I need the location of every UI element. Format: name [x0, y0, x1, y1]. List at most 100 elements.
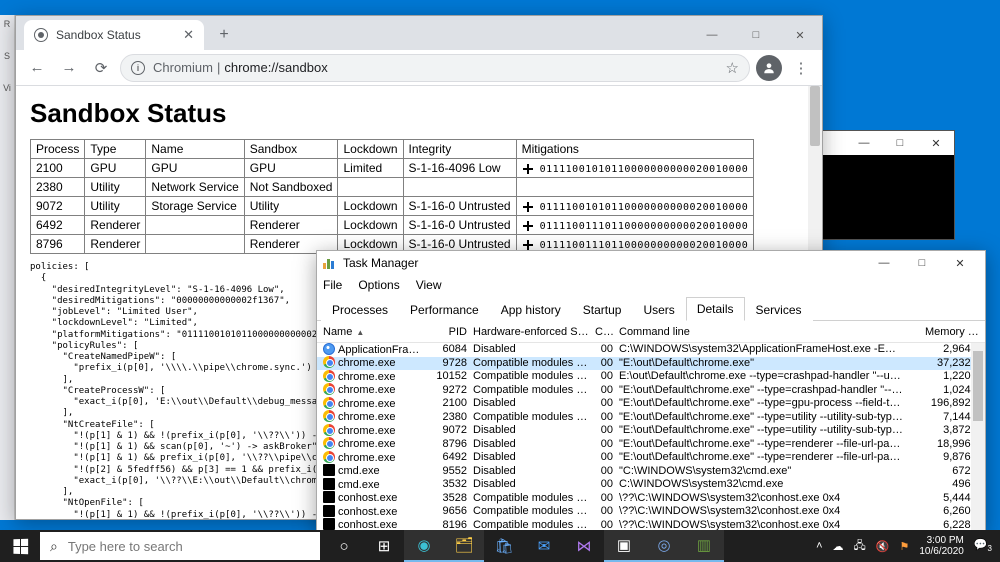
network-icon[interactable]: 🖧 [854, 537, 866, 556]
onedrive-icon[interactable]: ☁ [833, 540, 844, 553]
process-icon [323, 383, 335, 395]
reload-button[interactable]: ⟳ [88, 55, 114, 81]
menu-item[interactable]: File [323, 278, 342, 292]
chromium-icon[interactable]: ◎ [644, 530, 684, 562]
process-icon [323, 518, 335, 530]
new-tab-button[interactable]: + [210, 21, 238, 49]
tab-strip: ProcessesPerformanceApp historyStartupUs… [317, 295, 985, 321]
task-manager-icon [323, 257, 337, 269]
minimize-button[interactable]: ― [865, 252, 903, 274]
column-header: Type [85, 140, 146, 159]
edge-icon[interactable]: ◉ [404, 530, 444, 562]
volume-icon[interactable]: 🔇 [876, 540, 890, 553]
tray-chevron-icon[interactable]: ˄ [816, 540, 822, 552]
tab-services[interactable]: Services [745, 298, 813, 321]
page-title: Sandbox Status [30, 98, 808, 129]
sort-asc-icon: ▲ [356, 328, 364, 337]
task-manager-taskbar-icon[interactable]: ▥ [684, 530, 724, 562]
expand-icon[interactable] [522, 220, 534, 232]
task-manager-window[interactable]: Task Manager ― □ ✕ File Options View Proce… [316, 250, 986, 532]
table-row: 6492RendererRendererLockdownS-1-16-0 Unt… [31, 216, 754, 235]
process-row[interactable]: chrome.exe9728Compatible modules only00"… [317, 357, 985, 371]
maximize-button[interactable]: □ [734, 20, 778, 50]
maximize-button[interactable]: □ [882, 131, 918, 155]
address-bar[interactable]: i Chromium | chrome://sandbox ☆ [120, 54, 750, 82]
task-manager-titlebar[interactable]: Task Manager ― □ ✕ [317, 251, 985, 275]
grid-header[interactable]: Name▲ PID Hardware-enforced Stac... CPU … [317, 321, 985, 343]
process-row[interactable]: chrome.exe6492Disabled00"E:\out\Default\… [317, 451, 985, 465]
taskbar[interactable]: ⌕ Type here to search ○ ⊞ ◉ 🗂 🛍 ✉ ⋈ ▣ ◎ … [0, 530, 1000, 562]
tab-startup[interactable]: Startup [572, 298, 633, 321]
bookmark-star-icon[interactable]: ☆ [726, 59, 739, 77]
table-row: 9072UtilityStorage ServiceUtilityLockdow… [31, 197, 754, 216]
close-button[interactable]: ✕ [778, 20, 822, 50]
process-icon [323, 343, 335, 355]
table-row: 2100GPUGPUGPULimitedS-1-16-4096 Low01111… [31, 159, 754, 178]
minimize-button[interactable]: ― [846, 131, 882, 155]
menu-item[interactable]: Options [358, 278, 399, 292]
maximize-button[interactable]: □ [903, 252, 941, 274]
table-row: 2380UtilityNetwork ServiceNot Sandboxed [31, 178, 754, 197]
close-button[interactable]: ✕ [941, 252, 979, 274]
menu-item[interactable]: View [416, 278, 442, 292]
process-row[interactable]: cmd.exe9552Disabled00"C:\WINDOWS\system3… [317, 465, 985, 479]
process-icon [323, 505, 335, 517]
site-info-icon[interactable]: i [131, 61, 145, 75]
start-button[interactable] [0, 530, 40, 562]
notifications-icon[interactable]: 💬3 [974, 538, 992, 553]
process-icon [323, 464, 335, 476]
process-row[interactable]: chrome.exe2100Disabled00"E:\out\Default\… [317, 397, 985, 411]
taskbar-pinned: ○ ⊞ ◉ 🗂 🛍 ✉ ⋈ ▣ ◎ ▥ [324, 530, 724, 562]
omnibox-host: Chromium [153, 60, 213, 75]
column-header: Lockdown [338, 140, 403, 159]
scrollbar-thumb[interactable] [810, 86, 820, 146]
security-icon[interactable]: ⚑ [899, 540, 909, 553]
back-button[interactable]: ← [24, 55, 50, 81]
tab-app-history[interactable]: App history [490, 298, 572, 321]
process-row[interactable]: chrome.exe2380Compatible modules only00"… [317, 411, 985, 425]
mail-icon[interactable]: ✉ [524, 530, 564, 562]
taskbar-search[interactable]: ⌕ Type here to search [40, 532, 320, 560]
background-window-edge: RSVi [0, 15, 15, 520]
visual-studio-icon[interactable]: ⋈ [564, 530, 604, 562]
process-row[interactable]: ApplicationFrameHost...6084Disabled00C:\… [317, 343, 985, 357]
process-icon [323, 397, 335, 409]
scrollbar[interactable] [971, 343, 985, 531]
expand-icon[interactable] [522, 201, 534, 213]
scrollbar-thumb[interactable] [973, 351, 983, 421]
process-grid[interactable]: Name▲ PID Hardware-enforced Stac... CPU … [317, 321, 985, 531]
process-row[interactable]: chrome.exe9272Compatible modules only00"… [317, 384, 985, 398]
expand-icon[interactable] [522, 163, 534, 175]
file-explorer-icon[interactable]: 🗂 [444, 530, 484, 562]
system-tray[interactable]: ˄ ☁ 🖧 🔇 ⚑ 3:00 PM10/6/2020 💬3 [808, 535, 1000, 557]
chrome-menu-button[interactable]: ⋮ [788, 55, 814, 81]
tab-performance[interactable]: Performance [399, 298, 490, 321]
cortana-icon[interactable]: ○ [324, 530, 364, 562]
terminal-icon[interactable]: ▣ [604, 530, 644, 562]
tab-users[interactable]: Users [632, 298, 685, 321]
search-icon: ⌕ [50, 538, 58, 555]
process-row[interactable]: chrome.exe8796Disabled00"E:\out\Default\… [317, 438, 985, 452]
windows-logo-icon [13, 538, 28, 554]
menu-bar: File Options View [317, 275, 985, 295]
close-button[interactable]: ✕ [918, 131, 954, 155]
process-row[interactable]: cmd.exe3532Disabled00C:\WINDOWS\system32… [317, 478, 985, 492]
minimize-button[interactable]: ― [690, 20, 734, 50]
tab-favicon [34, 28, 48, 42]
process-row[interactable]: conhost.exe3528Compatible modules only00… [317, 492, 985, 506]
process-row[interactable]: conhost.exe9656Compatible modules only00… [317, 505, 985, 519]
profile-avatar-icon[interactable] [756, 55, 782, 81]
forward-button[interactable]: → [56, 55, 82, 81]
tab-close-icon[interactable]: ✕ [183, 27, 194, 43]
browser-tab[interactable]: Sandbox Status ✕ [24, 20, 204, 50]
clock[interactable]: 3:00 PM10/6/2020 [919, 535, 964, 557]
store-icon[interactable]: 🛍 [484, 530, 524, 562]
process-icon [323, 370, 335, 382]
process-row[interactable]: chrome.exe10152Compatible modules only00… [317, 370, 985, 384]
chrome-titlebar[interactable]: Sandbox Status ✕ + ― □ ✕ [16, 16, 822, 50]
process-row[interactable]: chrome.exe9072Disabled00"E:\out\Default\… [317, 424, 985, 438]
tab-details[interactable]: Details [686, 297, 745, 321]
task-view-icon[interactable]: ⊞ [364, 530, 404, 562]
column-header: Sandbox [244, 140, 338, 159]
tab-processes[interactable]: Processes [321, 298, 399, 321]
